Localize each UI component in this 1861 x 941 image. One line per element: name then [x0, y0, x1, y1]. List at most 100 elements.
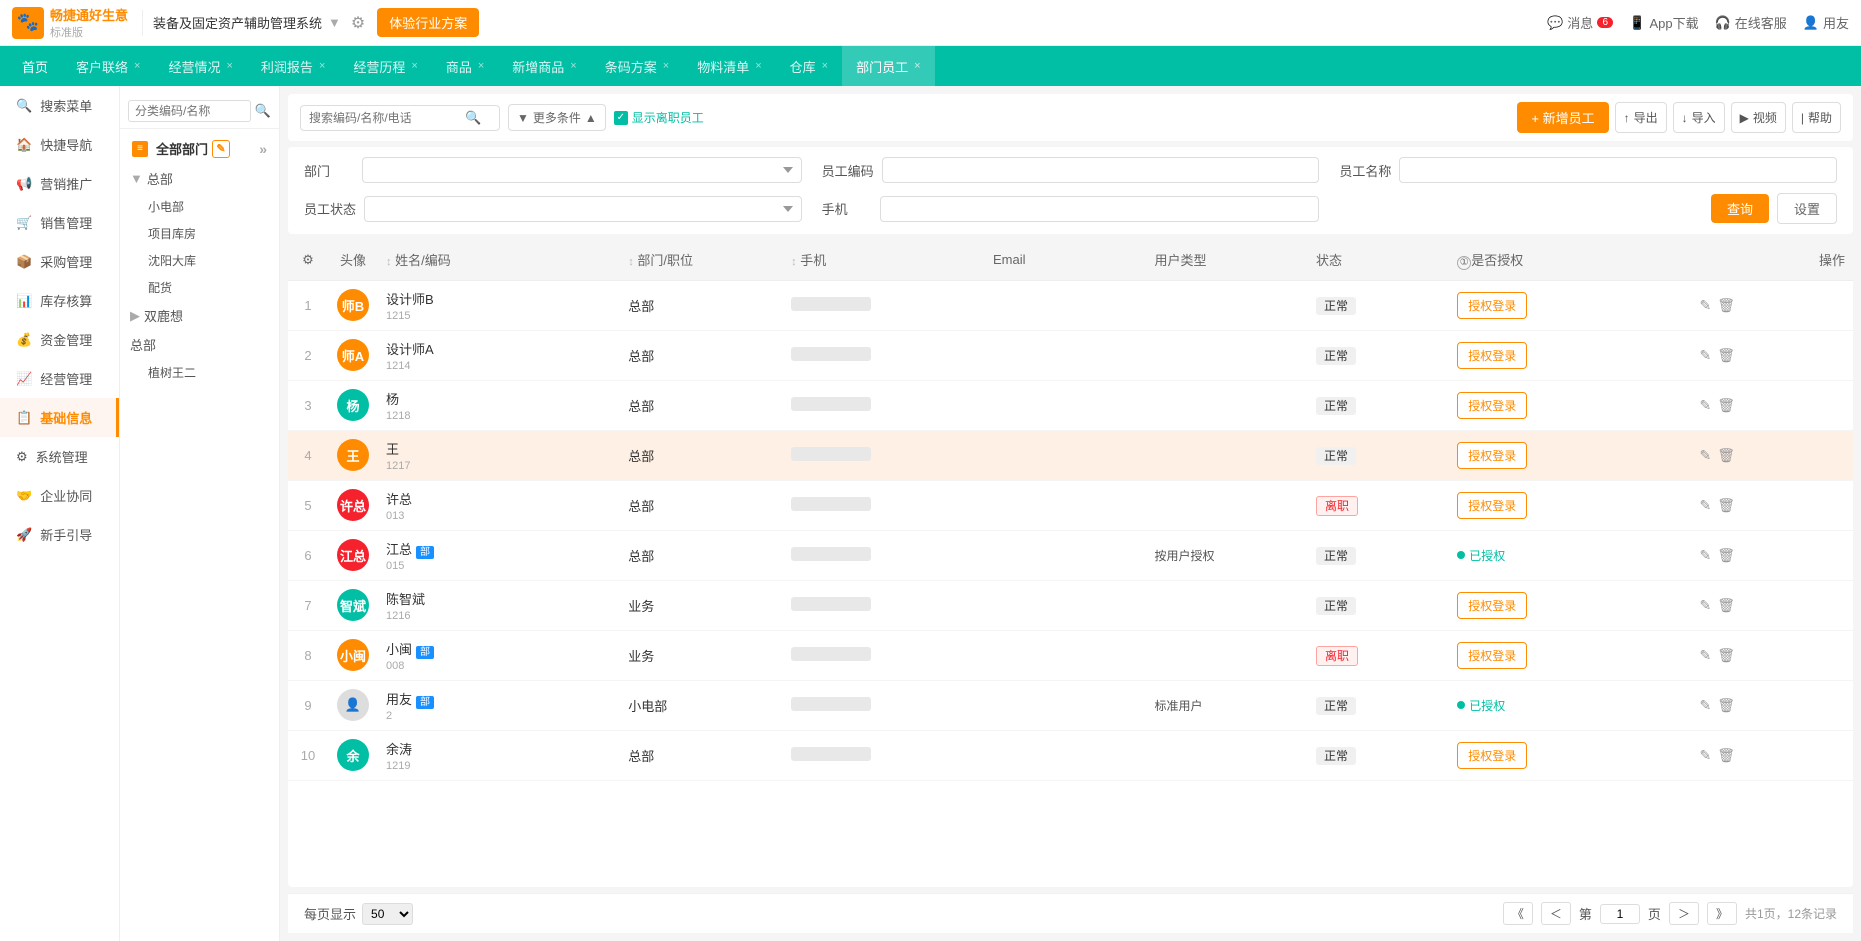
auth-button[interactable]: 授权登录: [1457, 642, 1527, 669]
gear-icon[interactable]: ⚙: [351, 13, 365, 33]
close-icon[interactable]: ×: [570, 60, 576, 72]
tree-node-shenyang[interactable]: 沈阳大库: [120, 247, 279, 274]
search-button[interactable]: 查询: [1711, 194, 1769, 223]
tree-node-shuanglu[interactable]: ▶ 双鹿想: [120, 301, 279, 330]
edit-icon[interactable]: ✎: [1699, 647, 1711, 664]
search-input[interactable]: [309, 111, 459, 125]
delete-icon[interactable]: 🗑: [1717, 547, 1735, 564]
tree-node-xiaodian[interactable]: 小电部: [120, 193, 279, 220]
delete-icon[interactable]: 🗑: [1717, 297, 1735, 314]
reset-button[interactable]: 设置: [1777, 193, 1837, 224]
trial-button[interactable]: 体验行业方案: [377, 8, 479, 37]
tab-new-goods[interactable]: 新增商品 ×: [498, 46, 590, 86]
close-icon[interactable]: ×: [226, 60, 232, 72]
auth-button[interactable]: 授权登录: [1457, 742, 1527, 769]
first-page-button[interactable]: 《: [1503, 902, 1533, 925]
edit-icon[interactable]: ✎: [1699, 347, 1711, 364]
auth-button[interactable]: 授权登录: [1457, 492, 1527, 519]
settings-icon[interactable]: ⚙: [302, 252, 314, 267]
sort-phone-icon[interactable]: ↕: [791, 256, 797, 268]
sidebar-item-search[interactable]: 🔍 搜索菜单: [0, 86, 119, 125]
close-icon[interactable]: ×: [319, 60, 325, 72]
last-page-button[interactable]: 》: [1707, 902, 1737, 925]
phone-input[interactable]: [880, 196, 1320, 222]
per-page-select[interactable]: 50 20 100: [362, 903, 413, 925]
delete-icon[interactable]: 🗑: [1717, 697, 1735, 714]
sidebar-item-guide[interactable]: 🚀 新手引导: [0, 515, 119, 554]
sort-dept-icon[interactable]: ↕: [628, 256, 634, 268]
sidebar-item-nav[interactable]: 🏠 快捷导航: [0, 125, 119, 164]
delete-icon[interactable]: 🗑: [1717, 597, 1735, 614]
close-icon[interactable]: ×: [755, 60, 761, 72]
page-number-input[interactable]: [1600, 904, 1640, 924]
close-icon[interactable]: ×: [411, 60, 417, 72]
prev-page-button[interactable]: ＜: [1541, 902, 1571, 925]
sidebar-item-management[interactable]: 📈 经营管理: [0, 359, 119, 398]
delete-icon[interactable]: 🗑: [1717, 747, 1735, 764]
sidebar-item-inventory[interactable]: 📊 库存核算: [0, 281, 119, 320]
sidebar-item-system[interactable]: ⚙ 系统管理: [0, 437, 119, 476]
edit-icon[interactable]: ✎: [1699, 747, 1711, 764]
auth-button[interactable]: 授权登录: [1457, 292, 1527, 319]
tab-history[interactable]: 经营历程 ×: [339, 46, 431, 86]
tree-node-project[interactable]: 项目库房: [120, 220, 279, 247]
edit-icon[interactable]: ✎: [1699, 547, 1711, 564]
sidebar-item-finance[interactable]: 💰 资金管理: [0, 320, 119, 359]
tab-profit[interactable]: 利润报告 ×: [247, 46, 339, 86]
tab-barcode[interactable]: 条码方案 ×: [591, 46, 683, 86]
delete-icon[interactable]: 🗑: [1717, 347, 1735, 364]
dept-select[interactable]: [362, 157, 802, 183]
edit-icon[interactable]: ✎: [1699, 497, 1711, 514]
close-icon[interactable]: ×: [822, 60, 828, 72]
auth-button[interactable]: 授权登录: [1457, 442, 1527, 469]
tree-node-peihuo[interactable]: 配货: [120, 274, 279, 301]
search-icon[interactable]: 🔍: [465, 110, 481, 126]
delete-icon[interactable]: 🗑: [1717, 447, 1735, 464]
status-select[interactable]: [364, 196, 802, 222]
add-employee-button[interactable]: + 新增员工: [1517, 102, 1608, 133]
tab-home[interactable]: 首页: [8, 46, 62, 86]
tab-operation[interactable]: 经营情况 ×: [154, 46, 246, 86]
sidebar-item-purchase[interactable]: 📦 采购管理: [0, 242, 119, 281]
sort-icon[interactable]: ↕: [386, 256, 392, 268]
emp-name-input[interactable]: [1399, 157, 1837, 183]
edit-icon[interactable]: ✎: [1699, 297, 1711, 314]
delete-icon[interactable]: 🗑: [1717, 497, 1735, 514]
auth-button[interactable]: 授权登录: [1457, 592, 1527, 619]
edit-icon[interactable]: ✎: [1699, 447, 1711, 464]
help-button[interactable]: | 帮助: [1792, 102, 1841, 133]
tree-node-zhishu[interactable]: 植树王二: [120, 359, 279, 386]
online-service-button[interactable]: 🎧 在线客服: [1715, 13, 1787, 32]
delete-icon[interactable]: 🗑: [1717, 647, 1735, 664]
edit-icon[interactable]: ✎: [1699, 397, 1711, 414]
sidebar-item-collab[interactable]: 🤝 企业协同: [0, 476, 119, 515]
tab-department[interactable]: 部门员工 ×: [842, 46, 934, 86]
tab-customer[interactable]: 客户联络 ×: [62, 46, 154, 86]
close-icon[interactable]: ×: [914, 60, 920, 72]
tree-node-zongbu[interactable]: 总部: [120, 330, 279, 359]
auth-button[interactable]: 授权登录: [1457, 342, 1527, 369]
user-avatar[interactable]: 👤 用友: [1803, 13, 1849, 32]
close-icon[interactable]: ×: [663, 60, 669, 72]
auth-button[interactable]: 授权登录: [1457, 392, 1527, 419]
tree-edit-icon[interactable]: ✎: [212, 140, 230, 158]
sidebar-item-basic[interactable]: 📋 基础信息: [0, 398, 119, 437]
app-download-button[interactable]: 📱 App下载: [1629, 13, 1698, 32]
next-page-button[interactable]: ＞: [1669, 902, 1699, 925]
tab-warehouse[interactable]: 仓库 ×: [776, 46, 842, 86]
view-button[interactable]: ▶ 视频: [1731, 102, 1786, 133]
export-button[interactable]: ↑ 导出: [1615, 102, 1667, 133]
delete-icon[interactable]: 🗑: [1717, 397, 1735, 414]
emp-code-input[interactable]: [882, 157, 1320, 183]
edit-icon[interactable]: ✎: [1699, 697, 1711, 714]
sidebar-item-marketing[interactable]: 📢 营销推广: [0, 164, 119, 203]
close-icon[interactable]: ×: [478, 60, 484, 72]
close-icon[interactable]: ×: [134, 60, 140, 72]
show-resigned-toggle[interactable]: ✓ 显示离职员工: [614, 109, 704, 126]
message-button[interactable]: 💬 消息 6: [1547, 13, 1613, 32]
tab-bom[interactable]: 物料清单 ×: [683, 46, 775, 86]
tree-search-icon[interactable]: 🔍: [255, 103, 271, 119]
edit-icon[interactable]: ✎: [1699, 597, 1711, 614]
tree-node-headquarters[interactable]: ▼ 总部: [120, 164, 279, 193]
import-button[interactable]: ↓ 导入: [1673, 102, 1725, 133]
